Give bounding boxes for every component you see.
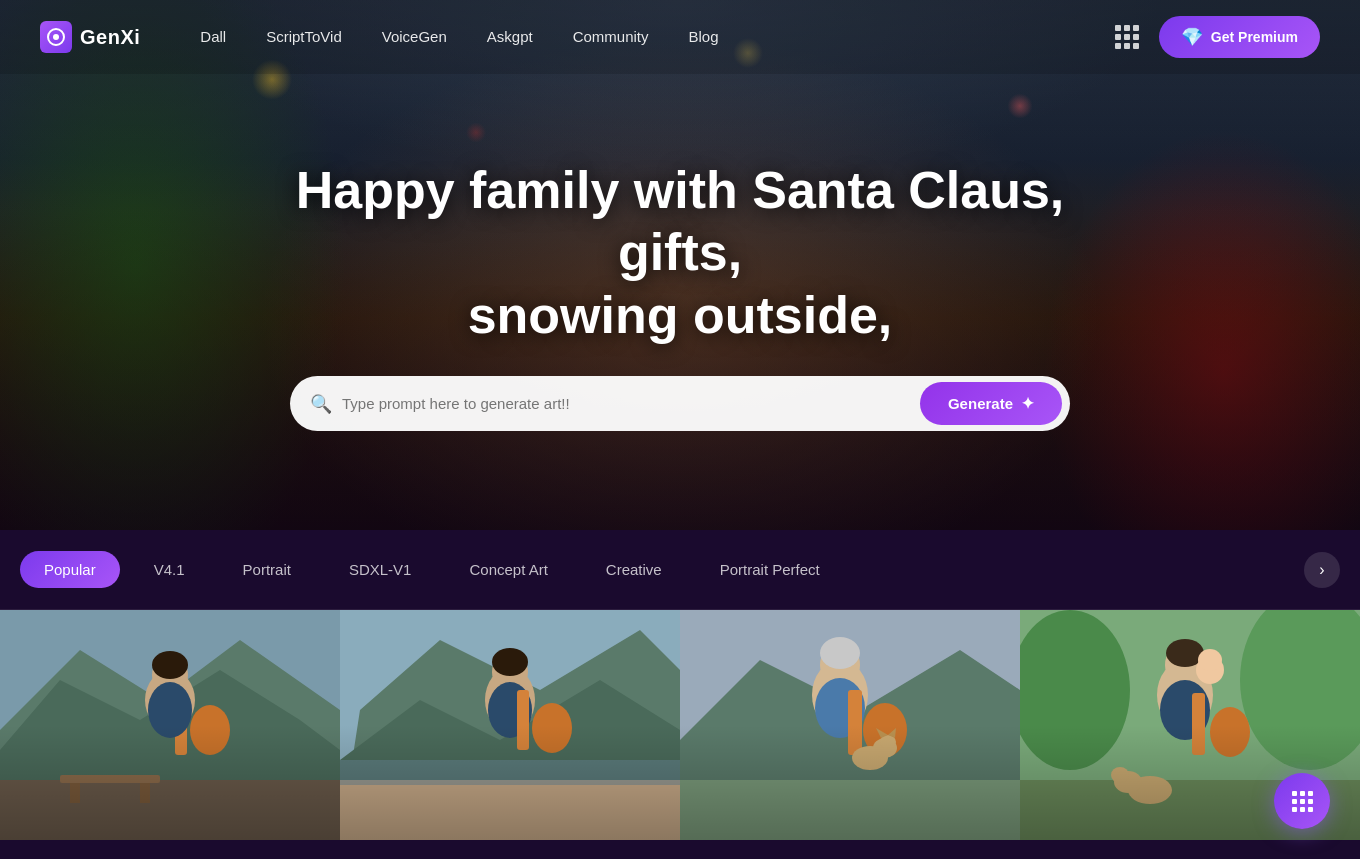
tab-creative[interactable]: Creative <box>582 551 686 588</box>
fab-button[interactable] <box>1274 773 1330 829</box>
hero-section: Happy family with Santa Claus, gifts, sn… <box>0 0 1360 530</box>
gallery-overlay-1 <box>0 610 340 840</box>
premium-button[interactable]: 💎 Get Premium <box>1159 16 1320 58</box>
apps-grid-icon[interactable] <box>1115 25 1139 49</box>
search-input[interactable] <box>342 395 910 412</box>
hero-title: Happy family with Santa Claus, gifts, sn… <box>280 159 1080 346</box>
gallery-overlay-3 <box>680 610 1020 840</box>
tab-concept-art[interactable]: Concept Art <box>445 551 571 588</box>
tab-sdxlv1[interactable]: SDXL-V1 <box>325 551 436 588</box>
search-bar: 🔍 Generate ✦ <box>290 376 1070 431</box>
gallery-section <box>0 610 1360 840</box>
search-icon: 🔍 <box>310 393 332 415</box>
tab-portrait-perfect[interactable]: Portrait Perfect <box>696 551 844 588</box>
logo[interactable]: GenXi <box>40 21 140 53</box>
generate-button[interactable]: Generate ✦ <box>920 382 1062 425</box>
gallery-item-2[interactable] <box>340 610 680 840</box>
tab-popular[interactable]: Popular <box>20 551 120 588</box>
gallery-item-3[interactable] <box>680 610 1020 840</box>
diamond-icon: 💎 <box>1181 26 1203 48</box>
tab-v41[interactable]: V4.1 <box>130 551 209 588</box>
nav-link-scripttovid[interactable]: ScriptToVid <box>266 28 342 45</box>
nav-link-dall[interactable]: Dall <box>200 28 226 45</box>
fab-grid-icon <box>1292 791 1313 812</box>
logo-icon <box>40 21 72 53</box>
sparkle-icon: ✦ <box>1021 394 1034 413</box>
nav-right: 💎 Get Premium <box>1115 16 1320 58</box>
nav-links: Dall ScriptToVid VoiceGen Askgpt Communi… <box>200 28 1115 46</box>
nav-link-voicegen[interactable]: VoiceGen <box>382 28 447 45</box>
nav-link-askgpt[interactable]: Askgpt <box>487 28 533 45</box>
gallery-overlay-2 <box>340 610 680 840</box>
navbar: GenXi Dall ScriptToVid VoiceGen Askgpt C… <box>0 0 1360 74</box>
nav-link-blog[interactable]: Blog <box>689 28 719 45</box>
svg-point-1 <box>53 34 59 40</box>
tabs-next-arrow[interactable]: › <box>1304 552 1340 588</box>
logo-text: GenXi <box>80 26 140 49</box>
hero-content: Happy family with Santa Claus, gifts, sn… <box>260 79 1100 451</box>
tab-portrait[interactable]: Portrait <box>219 551 315 588</box>
tabs-section: Popular V4.1 Portrait SDXL-V1 Concept Ar… <box>0 530 1360 610</box>
gallery-item-1[interactable] <box>0 610 340 840</box>
nav-link-community[interactable]: Community <box>573 28 649 45</box>
